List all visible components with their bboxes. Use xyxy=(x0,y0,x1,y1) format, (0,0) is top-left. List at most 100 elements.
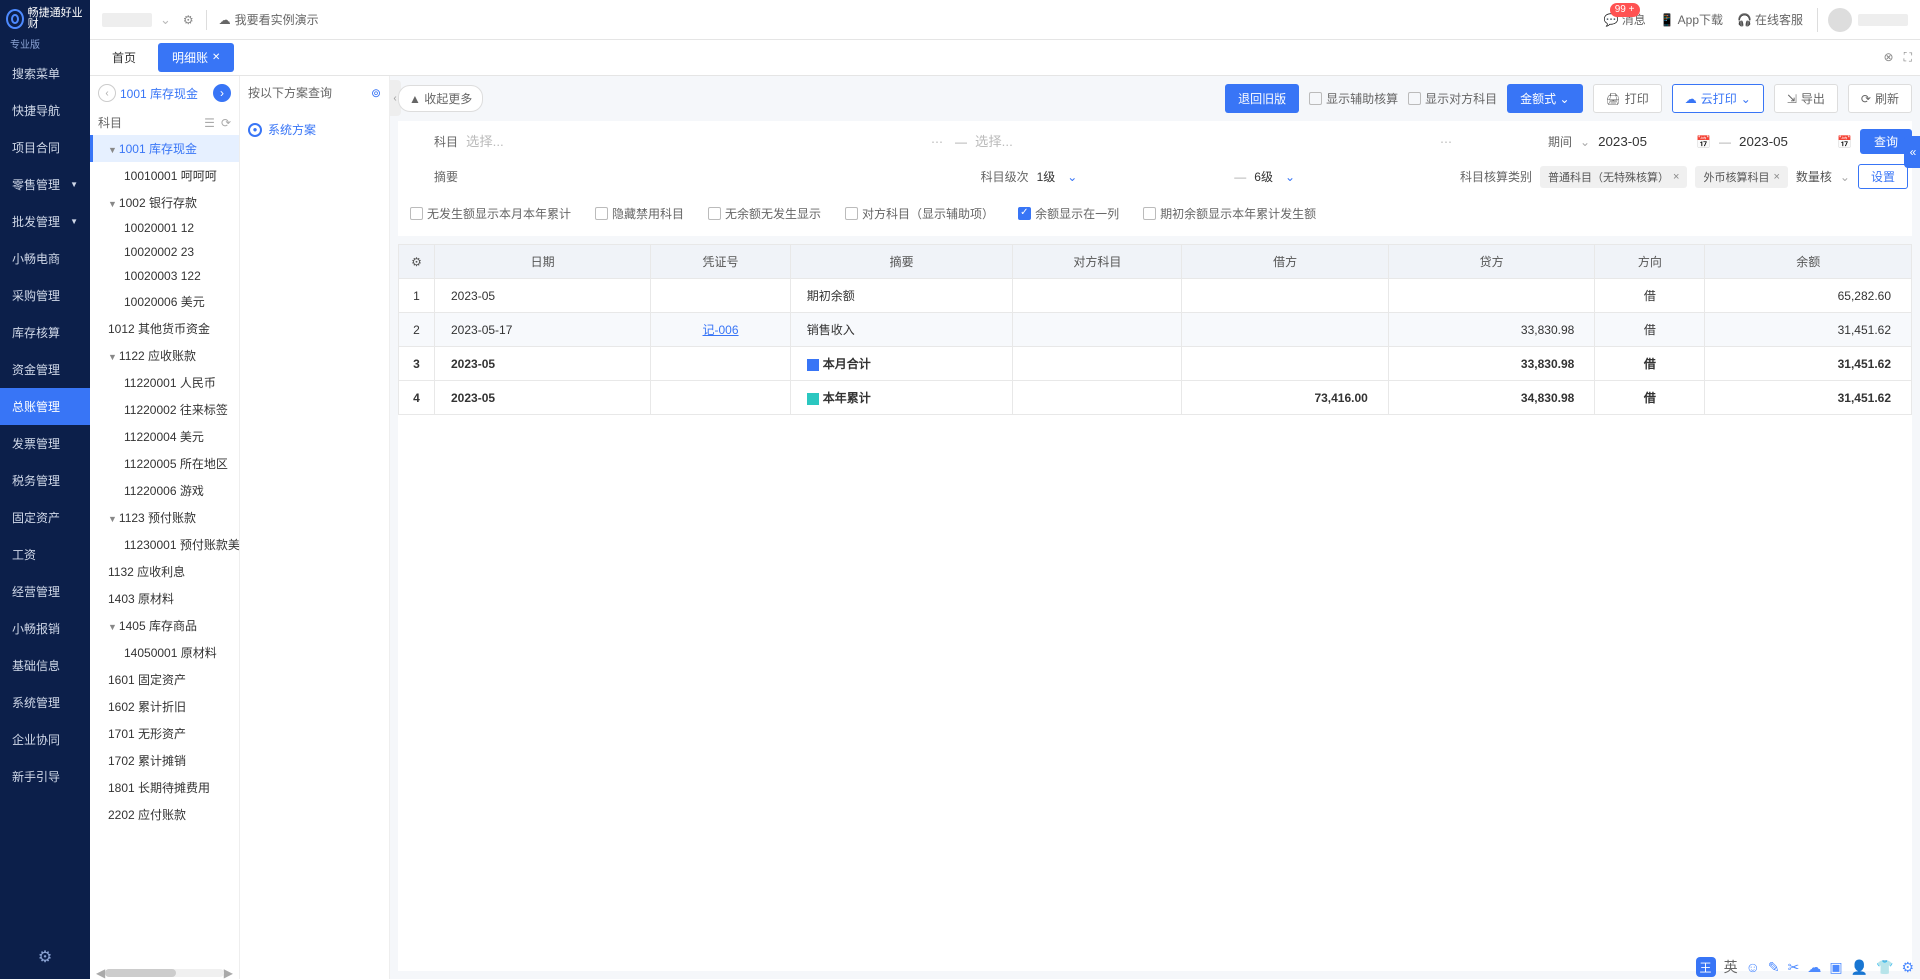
export-button[interactable]: ⇲ 导出 xyxy=(1774,84,1838,113)
system-scheme[interactable]: ● 系统方案 xyxy=(248,121,381,138)
nav-item[interactable]: 快捷导航 xyxy=(0,92,90,129)
chk-hide-disabled[interactable]: 隐藏禁用科目 xyxy=(595,205,684,222)
tree-node[interactable]: 1601 固定资产 xyxy=(90,666,239,693)
tab-close-all-icon[interactable]: ⊗ xyxy=(1884,50,1894,65)
scheme-gear-icon[interactable]: ⊚ xyxy=(371,86,381,100)
service-button[interactable]: 🎧 在线客服 xyxy=(1737,11,1803,28)
tree-node[interactable]: 10010001 呵呵呵 xyxy=(90,162,239,189)
voucher-link[interactable]: 记-006 xyxy=(703,323,739,337)
collapse-more-button[interactable]: ▲ 收起更多 xyxy=(398,85,483,112)
tab-detail[interactable]: 明细账 ✕ xyxy=(158,43,234,72)
tree-node[interactable]: 14050001 原材料 xyxy=(90,639,239,666)
tree-h-scrollbar[interactable]: ◀ ▶ xyxy=(90,967,239,979)
level-from-chevron-icon[interactable]: ⌄ xyxy=(1063,170,1081,184)
subject-to-input[interactable] xyxy=(975,130,1428,154)
tree-node[interactable]: ▼1122 应收账款 xyxy=(90,342,239,369)
calendar-icon[interactable]: 📅 xyxy=(1837,135,1852,149)
calendar-icon[interactable]: 📅 xyxy=(1696,135,1711,149)
tree-node[interactable]: 11230001 预付账款美元 xyxy=(90,531,239,558)
message-button[interactable]: 💬 消息 99 + xyxy=(1604,11,1646,28)
ime-wang-icon[interactable]: 王 xyxy=(1696,957,1716,977)
tree-node[interactable]: 1702 累计摊销 xyxy=(90,747,239,774)
tree-node[interactable]: 10020002 23 xyxy=(90,240,239,264)
show-opposite-checkbox[interactable]: 显示对方科目 xyxy=(1408,90,1497,107)
period-from-input[interactable] xyxy=(1598,130,1688,154)
fullscreen-icon[interactable]: ⛶ xyxy=(1904,50,1912,65)
tray-icon[interactable]: ☁ xyxy=(1807,959,1821,976)
nav-item[interactable]: 资金管理 xyxy=(0,351,90,388)
tray-icon[interactable]: ✎ xyxy=(1768,959,1780,976)
chk-balance-one-col[interactable]: 余额显示在一列 xyxy=(1018,205,1119,222)
chk-opposite-aux[interactable]: 对方科目（显示辅助项） xyxy=(845,205,994,222)
tree-node[interactable]: 1012 其他货币资金 xyxy=(90,315,239,342)
nav-item[interactable]: 小畅报销 xyxy=(0,610,90,647)
tree-node[interactable]: 10020006 美元 xyxy=(90,288,239,315)
tree-next-icon[interactable] xyxy=(213,84,231,102)
tree-prev-icon[interactable]: ‹ xyxy=(98,84,116,102)
download-button[interactable]: 📱 App下载 xyxy=(1660,11,1723,28)
level-to-chevron-icon[interactable]: ⌄ xyxy=(1281,170,1299,184)
nav-item[interactable]: 总账管理 xyxy=(0,388,90,425)
period-from-chevron-icon[interactable]: ⌄ xyxy=(1580,135,1590,149)
tree-node[interactable]: 10020001 12 xyxy=(90,216,239,240)
back-old-button[interactable]: 退回旧版 xyxy=(1225,84,1299,113)
chk-no-balance[interactable]: 无余额无发生显示 xyxy=(708,205,821,222)
gear-icon[interactable]: ⚙ xyxy=(183,13,194,27)
scroll-left-icon[interactable]: ◀ xyxy=(96,966,105,980)
nav-item[interactable]: 批发管理▼ xyxy=(0,203,90,240)
tree-node[interactable]: 11220001 人民币 xyxy=(90,369,239,396)
auxtype-chevron-icon[interactable]: ⌄ xyxy=(1840,170,1850,184)
tree-node[interactable]: 11220002 往来标签 xyxy=(90,396,239,423)
chk-no-activity[interactable]: 无发生额显示本月本年累计 xyxy=(410,205,571,222)
tree-node[interactable]: 1801 长期待摊费用 xyxy=(90,774,239,801)
tag-remove-icon[interactable]: × xyxy=(1773,171,1779,183)
tree-node[interactable]: 1132 应收利息 xyxy=(90,558,239,585)
summary-input[interactable] xyxy=(466,165,923,189)
close-icon[interactable]: ✕ xyxy=(212,52,220,63)
nav-item[interactable]: 项目合同 xyxy=(0,129,90,166)
tree-sort-icon[interactable]: ☰ xyxy=(204,116,215,130)
amount-style-button[interactable]: 金额式 ⌄ xyxy=(1507,84,1582,113)
chk-opening-ytd[interactable]: 期初余额显示本年累计发生额 xyxy=(1143,205,1316,222)
tree-node[interactable]: 11220005 所在地区 xyxy=(90,450,239,477)
nav-item[interactable]: 系统管理 xyxy=(0,684,90,721)
tab-home[interactable]: 首页 xyxy=(98,43,150,72)
tree-node[interactable]: ▼1001 库存现金 xyxy=(90,135,239,162)
tree-node[interactable]: 1701 无形资产 xyxy=(90,720,239,747)
subject-from-more-icon[interactable]: ⋯ xyxy=(927,135,947,149)
tree-node[interactable]: ▼1405 库存商品 xyxy=(90,612,239,639)
show-aux-checkbox[interactable]: 显示辅助核算 xyxy=(1309,90,1398,107)
tree-node[interactable]: 11220004 美元 xyxy=(90,423,239,450)
settings-button[interactable]: 设置 xyxy=(1858,164,1908,189)
th-gear[interactable]: ⚙ xyxy=(399,245,435,279)
nav-item[interactable]: 采购管理 xyxy=(0,277,90,314)
nav-item[interactable]: 基础信息 xyxy=(0,647,90,684)
tag-forex[interactable]: 外币核算科目× xyxy=(1695,166,1787,188)
nav-item[interactable]: 小畅电商 xyxy=(0,240,90,277)
ime-mode[interactable]: 英 xyxy=(1724,957,1738,977)
settings-icon[interactable]: ⚙ xyxy=(38,949,52,966)
subject-from-input[interactable] xyxy=(466,130,919,154)
nav-item[interactable]: 税务管理 xyxy=(0,462,90,499)
cloud-print-button[interactable]: ☁ 云打印 ⌄ xyxy=(1672,84,1764,113)
nav-item[interactable]: 搜索菜单 xyxy=(0,55,90,92)
nav-item[interactable]: 企业协同 xyxy=(0,721,90,758)
tray-icon[interactable]: 👤 xyxy=(1851,959,1868,976)
demo-link[interactable]: ☁ 我要看实例演示 xyxy=(219,11,319,28)
tray-icon[interactable]: ▣ xyxy=(1829,959,1842,976)
nav-item[interactable]: 固定资产 xyxy=(0,499,90,536)
tray-icon[interactable]: ⚙ xyxy=(1901,959,1914,976)
tray-icon[interactable]: ✂ xyxy=(1788,959,1800,976)
nav-item[interactable]: 零售管理▼ xyxy=(0,166,90,203)
tree-node[interactable]: 2202 应付账款 xyxy=(90,801,239,828)
nav-item[interactable]: 发票管理 xyxy=(0,425,90,462)
tree-node[interactable]: 10020003 122 xyxy=(90,264,239,288)
tree-node[interactable]: 1403 原材料 xyxy=(90,585,239,612)
right-drawer-icon[interactable]: « xyxy=(1904,136,1920,168)
nav-item[interactable]: 新手引导 xyxy=(0,758,90,795)
print-button[interactable]: 🖨 打印 xyxy=(1593,84,1662,113)
tree-current-input[interactable] xyxy=(120,86,209,100)
tree-node[interactable]: ▼1002 银行存款 xyxy=(90,189,239,216)
refresh-button[interactable]: ⟳ 刷新 xyxy=(1848,84,1912,113)
tree-node[interactable]: 1602 累计折旧 xyxy=(90,693,239,720)
